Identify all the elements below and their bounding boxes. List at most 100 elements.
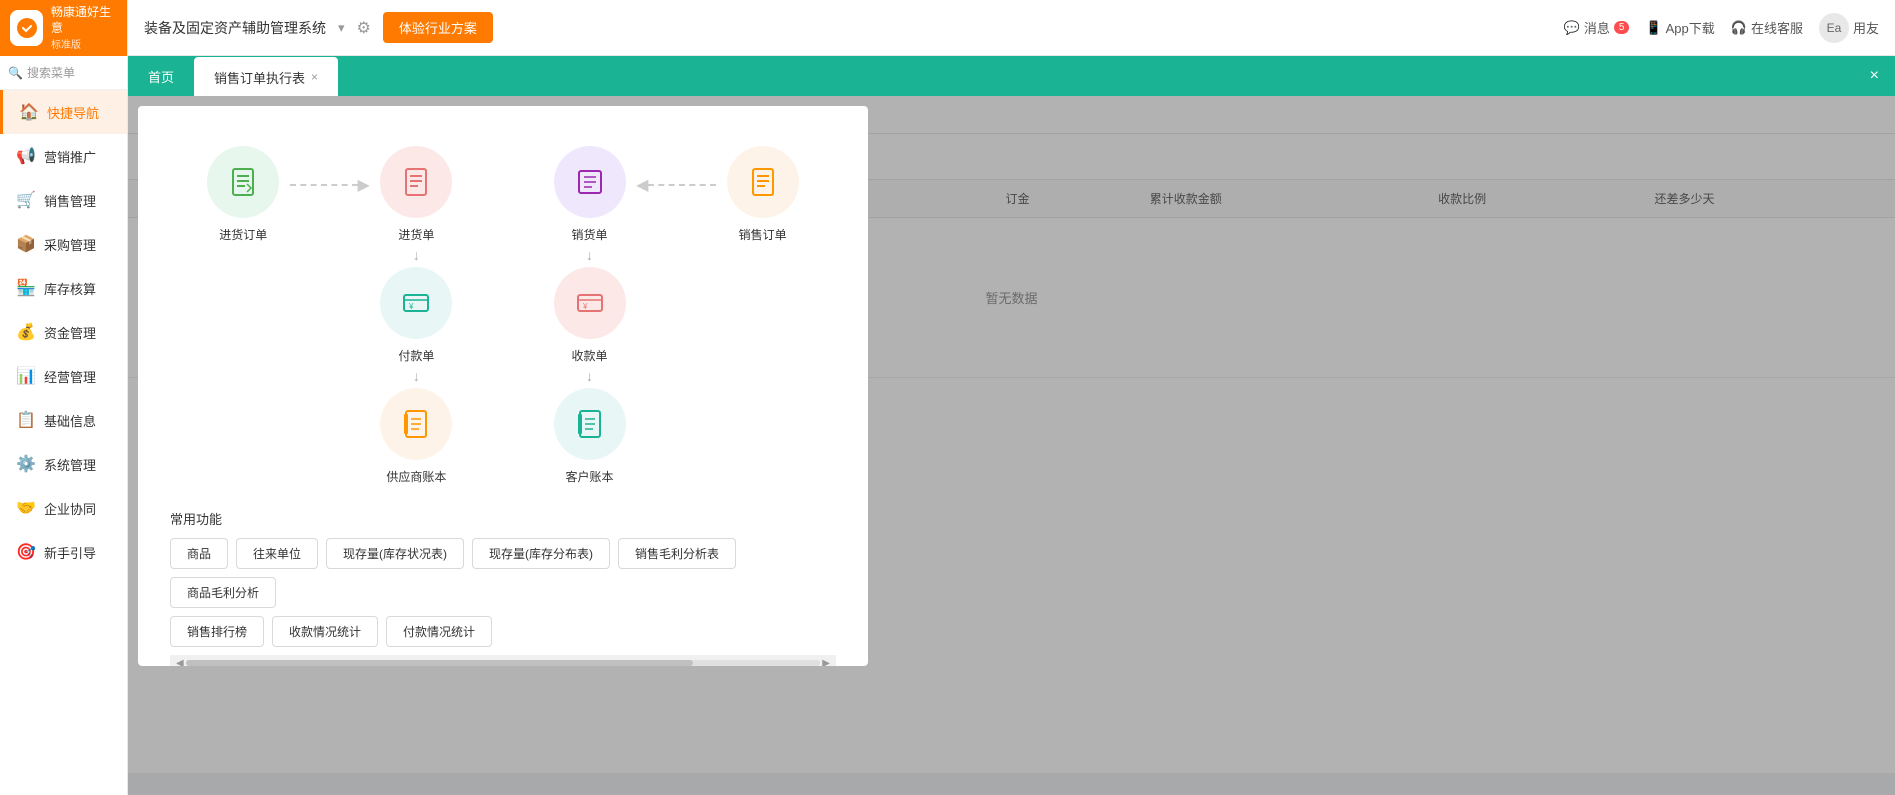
- sales-bill-icon: [554, 146, 626, 218]
- user-menu[interactable]: Ea 用友: [1819, 13, 1879, 43]
- func-btn-payment-stats[interactable]: 付款情况统计: [386, 616, 492, 647]
- receipt-bill-icon: ¥: [554, 267, 626, 339]
- sales-icon: 🛒: [16, 190, 36, 210]
- func-btn-stock-dist[interactable]: 现存量(库存分布表): [472, 538, 610, 569]
- customer-ledger-icon: [554, 388, 626, 460]
- common-functions: 常用功能 商品 往来单位 现存量(库存状况表) 现存量(库存分布表) 销售毛利分…: [170, 509, 836, 647]
- app-download-icon: 📱: [1645, 20, 1661, 36]
- avatar: Ea: [1819, 13, 1849, 43]
- svg-text:¥: ¥: [408, 302, 414, 311]
- app-download-label: App下载: [1666, 18, 1715, 37]
- func-btn-receipt-stats[interactable]: 收款情况统计: [272, 616, 378, 647]
- search-label: 搜索菜单: [27, 64, 75, 81]
- flow-node-purchase-bill[interactable]: 进货单: [380, 146, 452, 243]
- flow-node-payment-bill[interactable]: ¥ 付款单: [380, 267, 452, 364]
- tab-sales-order-label: 销售订单执行表: [214, 68, 305, 87]
- sidebar-item-label: 营销推广: [44, 147, 96, 166]
- message-label: 消息: [1584, 18, 1610, 37]
- logo-icon: [10, 10, 43, 46]
- tab-bar: 首页 销售订单执行表 × ×: [128, 56, 1895, 96]
- sidebar-item-inventory[interactable]: 🏪 库存核算: [0, 266, 127, 310]
- arrow-order-to-sales-bill: ◀: [636, 175, 716, 195]
- sidebar-item-system[interactable]: ⚙️ 系统管理: [0, 442, 127, 486]
- tab-home[interactable]: 首页: [128, 56, 194, 96]
- logo-sub: 标准版: [51, 36, 117, 51]
- tab-close-icon[interactable]: ×: [311, 70, 318, 84]
- flow-node-sales-order[interactable]: 销售订单: [727, 146, 799, 243]
- customer-ledger-label: 客户账本: [566, 468, 614, 485]
- flow-modal-body: 进货订单 ▶: [138, 106, 868, 666]
- flow-node-customer-ledger[interactable]: 客户账本: [554, 388, 626, 485]
- func-btn-stock-status[interactable]: 现存量(库存状况表): [326, 538, 464, 569]
- sidebar-item-basic[interactable]: 📋 基础信息: [0, 398, 127, 442]
- topbar-right: 💬 消息 5 📱 App下载 🎧 在线客服 Ea 用友: [1564, 13, 1879, 43]
- scroll-left-icon[interactable]: ◀: [174, 658, 186, 667]
- sidebar-item-label: 基础信息: [44, 411, 96, 430]
- sidebar-item-guide[interactable]: 🎯 新手引导: [0, 530, 127, 574]
- common-functions-title: 常用功能: [170, 509, 836, 528]
- logo-area: 畅康通好生意 标准版: [0, 0, 127, 56]
- arrow-row-down: ↓ ↓: [170, 243, 836, 267]
- scrollbar-thumb[interactable]: [186, 660, 694, 666]
- func-btn-goods[interactable]: 商品: [170, 538, 228, 569]
- message-button[interactable]: 💬 消息 5: [1564, 18, 1630, 37]
- topbar: 装备及固定资产辅助管理系统 ▾ ⚙ 体验行业方案 💬 消息 5 📱 App下载 …: [128, 0, 1895, 56]
- func-btn-goods-margin[interactable]: 商品毛利分析: [170, 577, 276, 608]
- sidebar-item-marketing[interactable]: 📢 营销推广: [0, 134, 127, 178]
- supplier-ledger-label: 供应商账本: [386, 468, 446, 485]
- dropdown-arrow-icon[interactable]: ▾: [338, 20, 345, 36]
- search-bar[interactable]: 🔍 搜索菜单: [0, 56, 127, 90]
- inventory-icon: 🏪: [16, 278, 36, 298]
- flow-node-purchase-order[interactable]: 进货订单: [207, 146, 279, 243]
- sidebar-item-label: 销售管理: [44, 191, 96, 210]
- user-initial: Ea: [1827, 21, 1842, 35]
- trial-button[interactable]: 体验行业方案: [383, 12, 493, 43]
- flow-modal: 进货订单 ▶: [138, 106, 868, 666]
- guide-icon: 🎯: [16, 542, 36, 562]
- main: 装备及固定资产辅助管理系统 ▾ ⚙ 体验行业方案 💬 消息 5 📱 App下载 …: [128, 0, 1895, 795]
- scroll-right-icon[interactable]: ▶: [820, 658, 832, 667]
- online-service-label: 在线客服: [1751, 18, 1803, 37]
- purchase-order-label: 进货订单: [219, 226, 267, 243]
- purchase-order-icon: [207, 146, 279, 218]
- sidebar-item-purchase[interactable]: 📦 采购管理: [0, 222, 127, 266]
- basic-icon: 📋: [16, 410, 36, 430]
- sidebar-item-label: 采购管理: [44, 235, 96, 254]
- sidebar-item-label: 企业协同: [44, 499, 96, 518]
- window-close-icon[interactable]: ×: [1870, 67, 1879, 85]
- collab-icon: 🤝: [16, 498, 36, 518]
- finance-icon: 💰: [16, 322, 36, 342]
- gear-icon[interactable]: ⚙: [357, 18, 371, 38]
- flow-node-sales-bill[interactable]: 销货单: [554, 146, 626, 243]
- system-icon: ⚙️: [16, 454, 36, 474]
- supplier-ledger-icon: [380, 388, 452, 460]
- receipt-bill-label: 收款单: [572, 347, 608, 364]
- sales-order-icon: [727, 146, 799, 218]
- logo-text: 畅康通好生意: [51, 5, 117, 36]
- sidebar-item-collab[interactable]: 🤝 企业协同: [0, 486, 127, 530]
- sales-bill-label: 销货单: [572, 226, 608, 243]
- sidebar-item-operation[interactable]: 📊 经营管理: [0, 354, 127, 398]
- overlay[interactable]: 进货订单 ▶: [128, 96, 1895, 795]
- sidebar-item-quick-nav[interactable]: 🏠 快捷导航: [0, 90, 127, 134]
- modal-scrollbar: ◀ ▶: [170, 655, 836, 666]
- func-btn-sales-rank[interactable]: 销售排行榜: [170, 616, 264, 647]
- scrollbar-track: [186, 660, 821, 666]
- sidebar-item-label: 资金管理: [44, 323, 96, 342]
- flow-node-receipt-bill[interactable]: ¥ 收款单: [554, 267, 626, 364]
- scrollbar-container[interactable]: ◀ ▶: [170, 655, 836, 666]
- sidebar-item-label: 新手引导: [44, 543, 96, 562]
- func-btn-sales-margin[interactable]: 销售毛利分析表: [618, 538, 736, 569]
- payment-bill-icon: ¥: [380, 267, 452, 339]
- flow-node-supplier-ledger[interactable]: 供应商账本: [380, 388, 452, 485]
- sidebar: 畅康通好生意 标准版 🔍 搜索菜单 🏠 快捷导航 📢 营销推广 🛒 销售管理: [0, 0, 128, 795]
- sidebar-item-finance[interactable]: 💰 资金管理: [0, 310, 127, 354]
- tab-sales-order[interactable]: 销售订单执行表 ×: [194, 57, 338, 97]
- func-buttons: 商品 往来单位 现存量(库存状况表) 现存量(库存分布表) 销售毛利分析表 商品…: [170, 538, 836, 608]
- app-download-button[interactable]: 📱 App下载: [1645, 18, 1714, 37]
- online-service-button[interactable]: 🎧 在线客服: [1731, 18, 1803, 37]
- content-area: ❓ 帮助 🖨 按模板打印 ▾ 📤 导出 🔄 刷新: [128, 96, 1895, 795]
- search-icon: 🔍: [8, 66, 23, 80]
- func-btn-counterpart[interactable]: 往来单位: [236, 538, 318, 569]
- sidebar-item-sales[interactable]: 🛒 销售管理: [0, 178, 127, 222]
